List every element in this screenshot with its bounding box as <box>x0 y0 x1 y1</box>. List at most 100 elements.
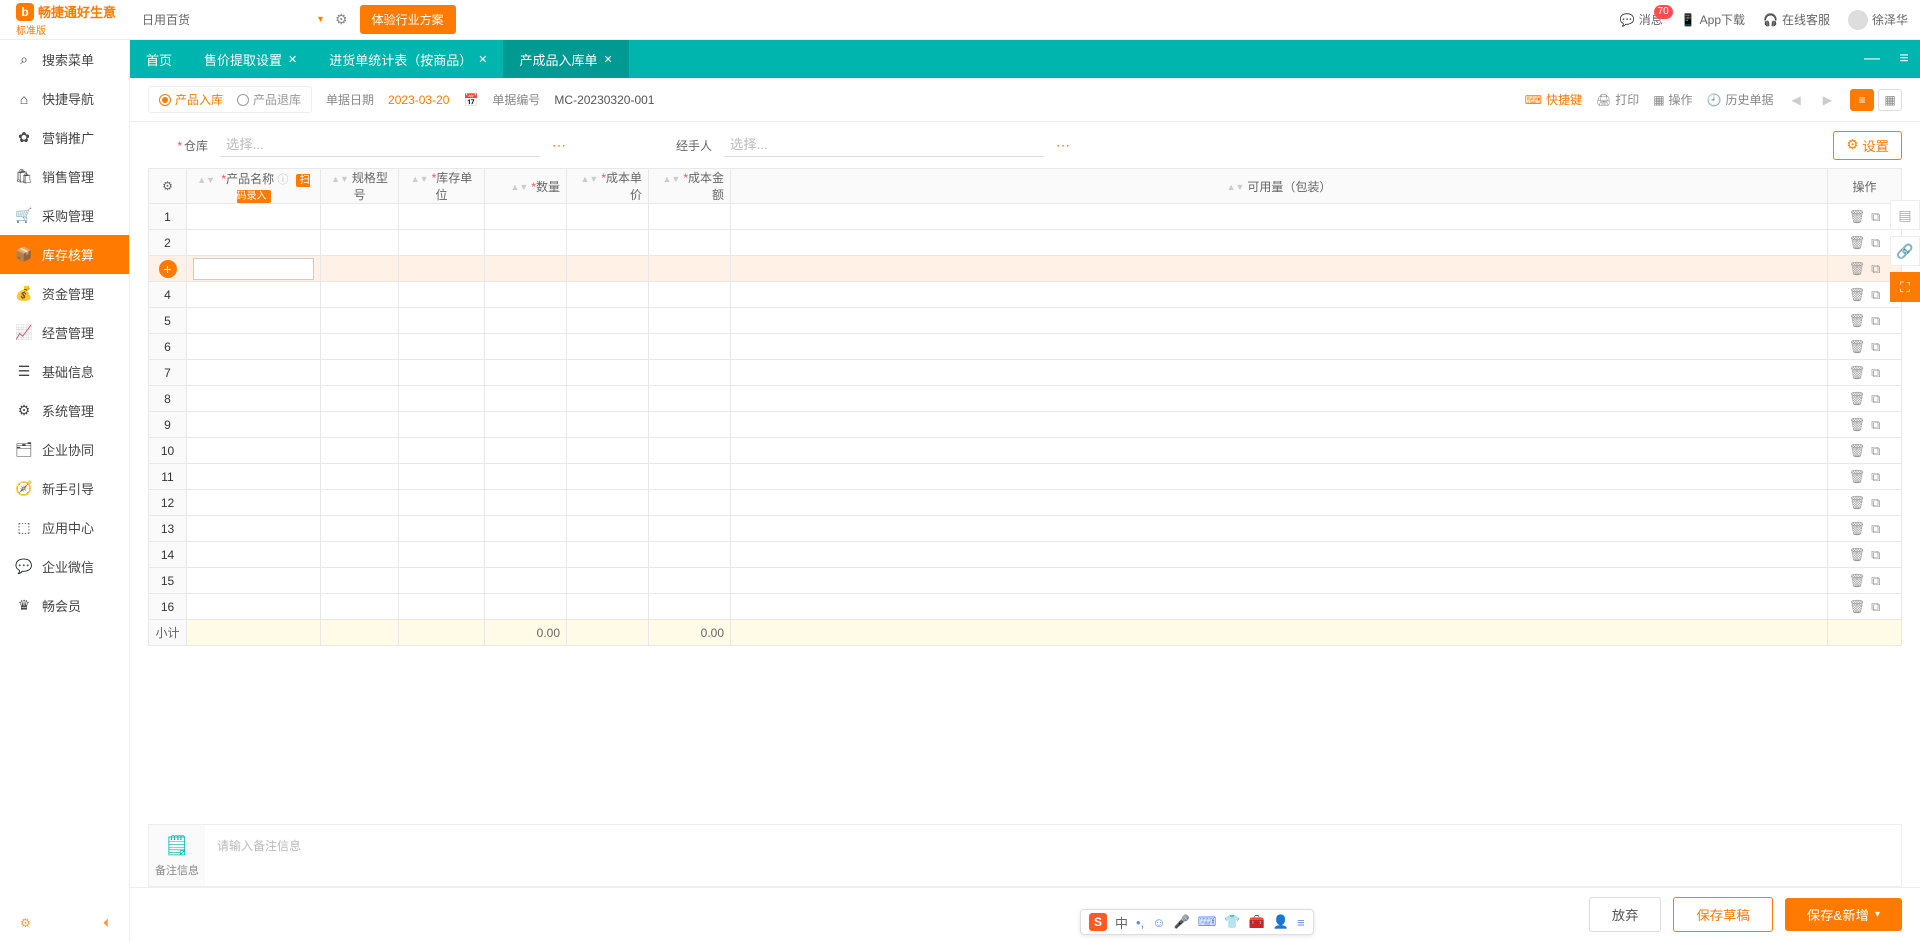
rail-btn-expand[interactable]: ⛶ <box>1890 272 1920 302</box>
add-row-button[interactable]: + <box>159 260 177 278</box>
radio-product-in[interactable]: 产品入库 <box>159 91 223 108</box>
table-row[interactable]: 16🗑⧉ <box>149 594 1902 620</box>
store-selector[interactable]: 日用百货 ▾ <box>142 11 323 28</box>
table-row[interactable]: 6🗑⧉ <box>149 334 1902 360</box>
sidebar-item-13[interactable]: 💬企业微信 <box>0 547 129 586</box>
sidebar-item-11[interactable]: 🧭新手引导 <box>0 469 129 508</box>
app-download-button[interactable]: 📱 App下载 <box>1681 11 1745 28</box>
col-product-name[interactable]: ▲▼ *产品名称 ⓘ 扫码录入 <box>187 169 321 204</box>
copy-row-icon[interactable]: ⧉ <box>1871 495 1880 510</box>
shortcut-button[interactable]: ⌨ 快捷键 <box>1525 91 1582 108</box>
delete-row-icon[interactable]: 🗑 <box>1849 313 1866 328</box>
tab-2[interactable]: 进货单统计表（按商品）✕ <box>313 40 503 78</box>
copy-row-icon[interactable]: ⧉ <box>1871 547 1880 562</box>
delete-row-icon[interactable]: 🗑 <box>1849 469 1866 484</box>
copy-row-icon[interactable]: ⧉ <box>1871 235 1880 250</box>
tab-menu-button[interactable]: ≡ <box>1888 50 1920 68</box>
delete-row-icon[interactable]: 🗑 <box>1849 365 1866 380</box>
table-row[interactable]: 14🗑⧉ <box>149 542 1902 568</box>
col-config[interactable]: ⚙ <box>149 169 187 204</box>
radio-product-out[interactable]: 产品退库 <box>237 91 301 108</box>
calendar-icon[interactable]: 📅 <box>463 93 478 107</box>
col-unit[interactable]: ▲▼*库存单位 <box>399 169 485 204</box>
sidebar-item-6[interactable]: 💰资金管理 <box>0 274 129 313</box>
gear-icon[interactable]: ⚙ <box>335 11 348 28</box>
table-row[interactable]: 13🗑⧉ <box>149 516 1902 542</box>
table-row[interactable]: 7🗑⧉ <box>149 360 1902 386</box>
copy-row-icon[interactable]: ⧉ <box>1871 443 1880 458</box>
rail-btn-1[interactable]: ▤ <box>1890 200 1920 230</box>
copy-row-icon[interactable]: ⧉ <box>1871 209 1880 224</box>
copy-row-icon[interactable]: ⧉ <box>1871 287 1880 302</box>
copy-row-icon[interactable]: ⧉ <box>1871 521 1880 536</box>
copy-row-icon[interactable]: ⧉ <box>1871 599 1880 614</box>
ime-toolbar[interactable]: S 中 •, ☺ 🎤 ⌨ 👕 🧰 👤 ≡ <box>1080 909 1314 935</box>
table-row[interactable]: 15🗑⧉ <box>149 568 1902 594</box>
product-name-input[interactable] <box>193 258 314 280</box>
delete-row-icon[interactable]: 🗑 <box>1849 287 1866 302</box>
delete-row-icon[interactable]: 🗑 <box>1849 339 1866 354</box>
rail-btn-2[interactable]: 🔗 <box>1890 236 1920 266</box>
col-available[interactable]: ▲▼可用量（包装） <box>731 169 1828 204</box>
sidebar-item-5[interactable]: 📦库存核算 <box>0 235 129 274</box>
delete-row-icon[interactable]: 🗑 <box>1849 391 1866 406</box>
view-card-button[interactable]: ▦ <box>1878 89 1902 111</box>
warehouse-input[interactable] <box>220 133 540 157</box>
settings-icon[interactable]: ⚙ <box>20 916 31 931</box>
support-button[interactable]: 🎧 在线客服 <box>1763 11 1830 28</box>
table-row[interactable]: 5🗑⧉ <box>149 308 1902 334</box>
sidebar-item-9[interactable]: ⚙系统管理 <box>0 391 129 430</box>
discard-button[interactable]: 放弃 <box>1589 897 1662 932</box>
settings-button[interactable]: ⚙ 设置 <box>1833 131 1902 160</box>
close-icon[interactable]: ✕ <box>478 53 487 66</box>
history-button[interactable]: 🕘 历史单据 <box>1707 91 1774 108</box>
delete-row-icon[interactable]: 🗑 <box>1849 573 1866 588</box>
sidebar-item-7[interactable]: 📈经营管理 <box>0 313 129 352</box>
remarks-input[interactable] <box>205 825 1901 886</box>
copy-row-icon[interactable]: ⧉ <box>1871 261 1880 276</box>
delete-row-icon[interactable]: 🗑 <box>1849 209 1866 224</box>
sidebar-item-4[interactable]: 🛒采购管理 <box>0 196 129 235</box>
close-icon[interactable]: ✕ <box>604 53 613 66</box>
col-price[interactable]: ▲▼*成本单价 <box>567 169 649 204</box>
handler-more-button[interactable]: ⋯ <box>1056 137 1072 154</box>
prev-doc-button[interactable]: ◀ <box>1788 93 1805 107</box>
col-amount[interactable]: ▲▼*成本金额 <box>649 169 731 204</box>
table-row[interactable]: 8🗑⧉ <box>149 386 1902 412</box>
delete-row-icon[interactable]: 🗑 <box>1849 521 1866 536</box>
delete-row-icon[interactable]: 🗑 <box>1849 417 1866 432</box>
sidebar-item-1[interactable]: ⌂快捷导航 <box>0 79 129 118</box>
close-icon[interactable]: ✕ <box>288 53 297 66</box>
tab-1[interactable]: 售价提取设置✕ <box>188 40 313 78</box>
delete-row-icon[interactable]: 🗑 <box>1849 261 1866 276</box>
messages-button[interactable]: 💬 消息 70 <box>1620 11 1663 28</box>
delete-row-icon[interactable]: 🗑 <box>1849 443 1866 458</box>
table-row[interactable]: 11🗑⧉ <box>149 464 1902 490</box>
copy-row-icon[interactable]: ⧉ <box>1871 339 1880 354</box>
try-plan-button[interactable]: 体验行业方案 <box>360 5 456 34</box>
sidebar-item-14[interactable]: ♛畅会员 <box>0 586 129 625</box>
copy-row-icon[interactable]: ⧉ <box>1871 469 1880 484</box>
tab-0[interactable]: 首页 <box>130 40 188 78</box>
operate-button[interactable]: ▦ 操作 <box>1653 91 1692 108</box>
tab-3[interactable]: 产成品入库单✕ <box>503 40 628 78</box>
copy-row-icon[interactable]: ⧉ <box>1871 391 1880 406</box>
sidebar-item-2[interactable]: ✿营销推广 <box>0 118 129 157</box>
delete-row-icon[interactable]: 🗑 <box>1849 235 1866 250</box>
table-row[interactable]: 4🗑⧉ <box>149 282 1902 308</box>
handler-input[interactable] <box>724 133 1044 157</box>
delete-row-icon[interactable]: 🗑 <box>1849 599 1866 614</box>
col-qty[interactable]: ▲▼*数量 <box>485 169 567 204</box>
copy-row-icon[interactable]: ⧉ <box>1871 365 1880 380</box>
sidebar-item-3[interactable]: 🛍销售管理 <box>0 157 129 196</box>
warehouse-more-button[interactable]: ⋯ <box>552 137 568 154</box>
copy-row-icon[interactable]: ⧉ <box>1871 573 1880 588</box>
sidebar-item-0[interactable]: ⌕搜索菜单 <box>0 40 129 79</box>
print-button[interactable]: 🖨 打印 <box>1596 91 1639 108</box>
next-doc-button[interactable]: ▶ <box>1819 93 1836 107</box>
col-spec[interactable]: ▲▼规格型号 <box>321 169 399 204</box>
view-list-button[interactable]: ≡ <box>1850 89 1874 111</box>
tab-minimize-button[interactable]: — <box>1856 50 1888 68</box>
copy-row-icon[interactable]: ⧉ <box>1871 313 1880 328</box>
table-row[interactable]: 2🗑⧉ <box>149 230 1902 256</box>
